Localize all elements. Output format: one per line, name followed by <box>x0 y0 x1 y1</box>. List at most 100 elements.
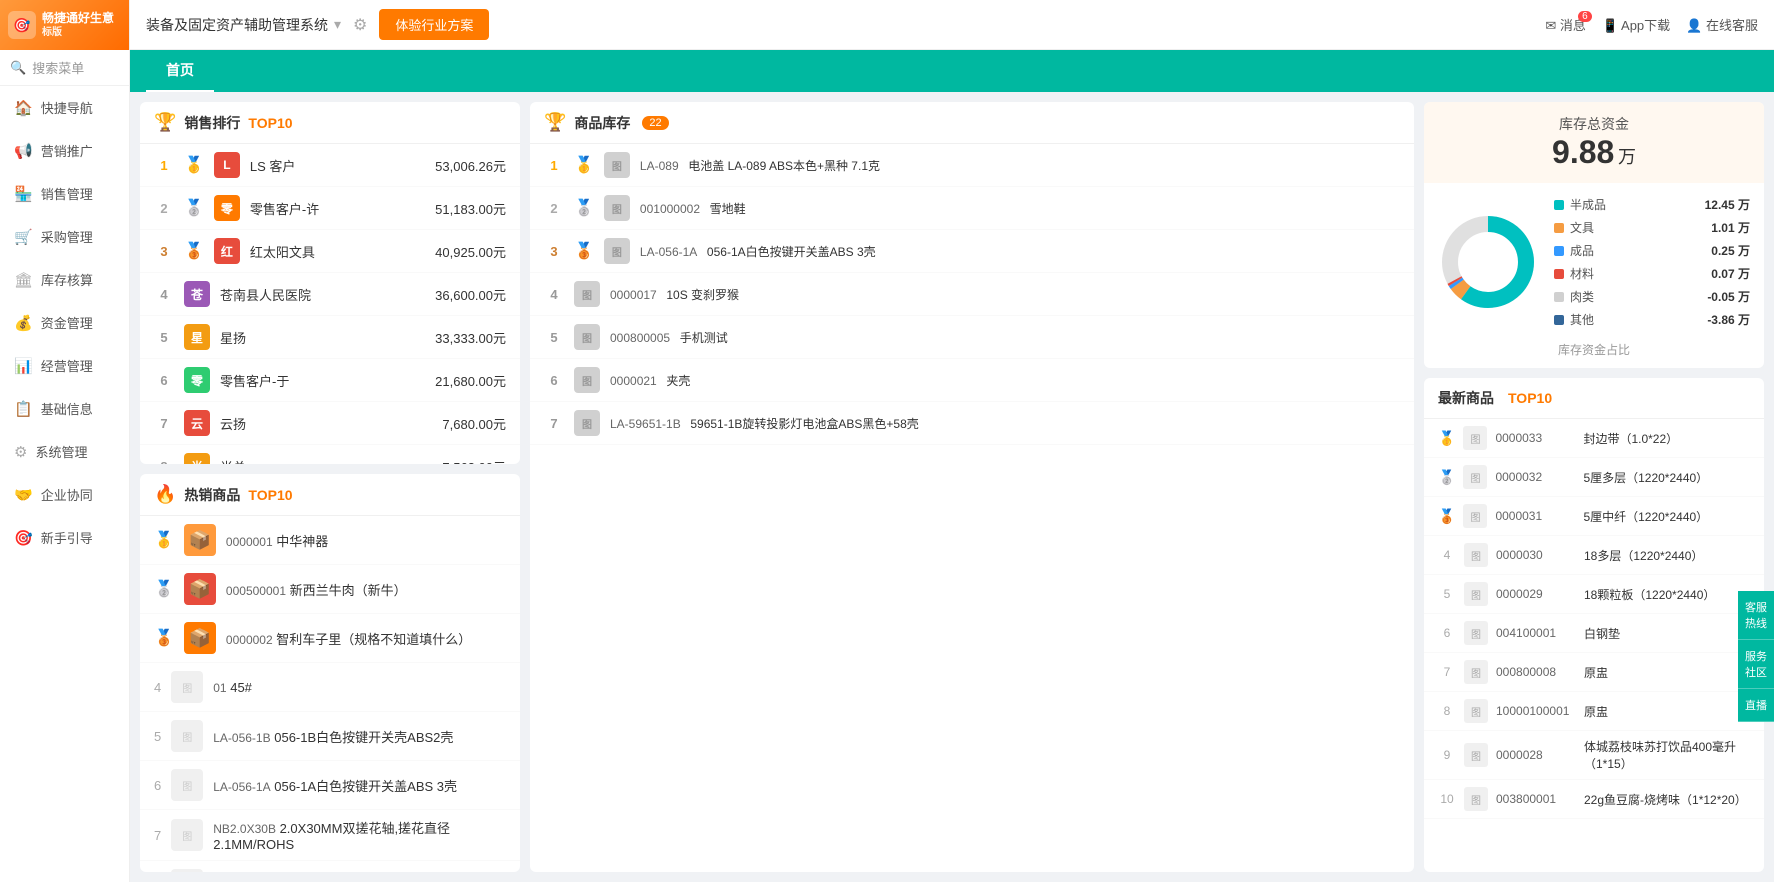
sidebar-item-cooperation[interactable]: 🤝 企业协同 <box>0 473 129 516</box>
logo-icon: 🎯 <box>8 11 36 39</box>
new-product-code: 0000030 <box>1496 548 1576 562</box>
legend-label: 半成品 <box>1570 196 1699 213</box>
customer-rank-list: 1 🥇 L LS 客户 53,006.26元 2 🥈 零 零售客户-许 51,1… <box>140 144 520 464</box>
new-product-code: 0000029 <box>1496 587 1576 601</box>
message-badge: 6 <box>1578 11 1592 22</box>
search-menu[interactable]: 🔍 搜索菜单 <box>0 50 129 86</box>
product-info: LA-056-1B 056-1B白色按键开关壳ABS2壳 <box>213 727 506 746</box>
online-service-btn[interactable]: 👤 在线客服 <box>1686 15 1758 34</box>
rank-indicator: 4 <box>154 680 161 695</box>
rank-indicator: 5 <box>154 729 161 744</box>
new-product-image: 图 <box>1463 504 1487 528</box>
rank-number: 4 <box>154 287 174 302</box>
medal-icon: 🥈 <box>184 198 204 218</box>
product-info: 0000001 中华神器 <box>226 531 506 550</box>
sidebar-item-stock[interactable]: 🏛 库存核算 <box>0 258 129 301</box>
legend-value: -3.86 万 <box>1707 311 1750 328</box>
product-image: 图 <box>171 869 203 872</box>
tab-home[interactable]: 首页 <box>146 50 214 92</box>
hot-product-item: 🥉 📦 0000002 智利车子里（规格不知道填什么） <box>140 614 520 663</box>
new-product-code: 0000032 <box>1495 470 1575 484</box>
product-name: 056-1A白色按键开关盖ABS 3壳 <box>274 779 457 794</box>
inventory-rank-item: 4 图 0000017 10S 变刹罗猴 <box>530 273 1414 316</box>
legend-label: 肉类 <box>1570 288 1701 305</box>
newest-products-title: 最新商品 <box>1438 388 1494 408</box>
inv-product-code: 0000021 <box>610 374 657 388</box>
stock-icon: 🏛 <box>14 271 33 289</box>
medal-icon: 🥇 <box>154 532 174 549</box>
new-product-code: 0000033 <box>1495 431 1575 445</box>
sidebar-label-stock: 库存核算 <box>41 270 93 289</box>
dropdown-icon[interactable]: ▾ <box>334 16 341 33</box>
sidebar-item-guide[interactable]: 🎯 新手引导 <box>0 516 129 559</box>
new-product-code: 004100001 <box>1496 626 1576 640</box>
rank-indicator: 6 <box>154 778 161 793</box>
new-product-image: 图 <box>1463 465 1487 489</box>
new-product-name: 原盅 <box>1584 664 1750 681</box>
product-name: 新西兰牛肉（新牛） <box>290 583 407 598</box>
sidebar-item-operation[interactable]: 📊 经营管理 <box>0 344 129 387</box>
hot-products-header: 🔥 热销商品 TOP10 <box>140 474 520 516</box>
customer-avatar: 红 <box>214 238 240 264</box>
phone-icon: 📱 <box>1602 18 1618 33</box>
legend-color <box>1554 315 1564 325</box>
direct-btn[interactable]: 直播 <box>1738 689 1774 722</box>
customer-rank-card: 🏆 销售排行 TOP10 1 🥇 L LS 客户 53,006.26元 2 🥈 … <box>140 102 520 464</box>
product-code: 01 <box>213 681 226 695</box>
legend-value: 0.25 万 <box>1711 242 1750 259</box>
stock-chart-area: 半成品 12.45 万 文具 1.01 万 成品 0.25 万 材料 0.07 … <box>1424 183 1764 341</box>
customer-rank-header: 🏆 销售排行 TOP10 <box>140 102 520 144</box>
trial-button[interactable]: 体验行业方案 <box>379 9 489 40</box>
inv-avatar: 图 <box>574 281 600 307</box>
legend-value: 12.45 万 <box>1705 196 1750 213</box>
new-product-name: 原盅 <box>1584 703 1750 720</box>
new-product-item: 🥉 图 0000031 5厘中纤（1220*2440） <box>1424 497 1764 536</box>
stock-total-unit: 万 <box>1618 147 1636 167</box>
customer-service-btn[interactable]: 客服热线 <box>1738 591 1774 640</box>
stock-total-label: 库存总资金 <box>1559 116 1629 132</box>
new-product-item: 🥇 图 0000033 封边带（1.0*22） <box>1424 419 1764 458</box>
sidebar-item-marketing[interactable]: 📢 营销推广 <box>0 129 129 172</box>
settings-icon[interactable]: ⚙ <box>353 15 367 35</box>
hot-products-list: 🥇 📦 0000001 中华神器 🥈 📦 000500001 新西兰牛肉（新牛）… <box>140 516 520 872</box>
hot-product-item: 5 图 LA-056-1B 056-1B白色按键开关壳ABS2壳 <box>140 712 520 761</box>
product-info: 01 45# <box>213 680 506 695</box>
service-community-btn[interactable]: 服务社区 <box>1738 640 1774 689</box>
app-download-btn[interactable]: 📱 App下载 <box>1602 15 1670 34</box>
legend-item: 成品 0.25 万 <box>1554 239 1750 262</box>
new-product-name: 18多层（1220*2440） <box>1584 547 1750 564</box>
inventory-rank-item: 3 🥉 图 LA-056-1A 056-1A白色按键开关盖ABS 3壳 <box>530 230 1414 273</box>
sidebar-item-system[interactable]: ⚙ 系统管理 <box>0 430 129 473</box>
legend-label: 文具 <box>1570 219 1705 236</box>
customer-name: 零售客户-于 <box>220 371 425 390</box>
app-name: 畅捷通好生意 <box>42 11 114 27</box>
message-btn[interactable]: ✉ 消息 6 <box>1545 15 1586 34</box>
product-code: LA-056-1A <box>213 780 270 794</box>
sidebar-item-purchase[interactable]: 🛒 采购管理 <box>0 215 129 258</box>
rank-number: 8 <box>154 459 174 465</box>
medal-icon: 🥉 <box>184 241 204 261</box>
sidebar-item-quick-nav[interactable]: 🏠 快捷导航 <box>0 86 129 129</box>
customer-avatar: 零 <box>184 367 210 393</box>
medal-icon: 🥈 <box>154 581 174 598</box>
topbar: 装备及固定资产辅助管理系统 ▾ ⚙ 体验行业方案 ✉ 消息 6 📱 App下载 … <box>130 0 1774 50</box>
rank-number: 3 <box>154 244 174 259</box>
sidebar-item-sales[interactable]: 🏪 销售管理 <box>0 172 129 215</box>
sidebar-item-finance[interactable]: 💰 资金管理 <box>0 301 129 344</box>
customer-rank-title: 销售排行 <box>184 113 240 133</box>
stock-chart-caption: 库存资金占比 <box>1424 341 1764 368</box>
inv-product-code: LA-056-1A <box>640 245 697 259</box>
newest-products-header: 最新商品 TOP10 <box>1424 378 1764 419</box>
inv-product-code: LA-59651-1B <box>610 417 681 431</box>
sidebar-item-basic[interactable]: 📋 基础信息 <box>0 387 129 430</box>
new-product-name: 封边带（1.0*22） <box>1583 430 1750 447</box>
new-product-name: 5厘多层（1220*2440） <box>1583 469 1750 486</box>
marketing-icon: 📢 <box>14 142 33 160</box>
legend-value: -0.05 万 <box>1707 288 1750 305</box>
inv-product-info: 000800005 手机测试 <box>610 329 1400 346</box>
sales-icon: 🏪 <box>14 185 33 203</box>
inv-avatar: 图 <box>604 238 630 264</box>
new-product-name: 18颗粒板（1220*2440） <box>1584 586 1750 603</box>
customer-name: 零售客户-许 <box>250 199 425 218</box>
inv-product-name: 雪地鞋 <box>710 202 746 216</box>
